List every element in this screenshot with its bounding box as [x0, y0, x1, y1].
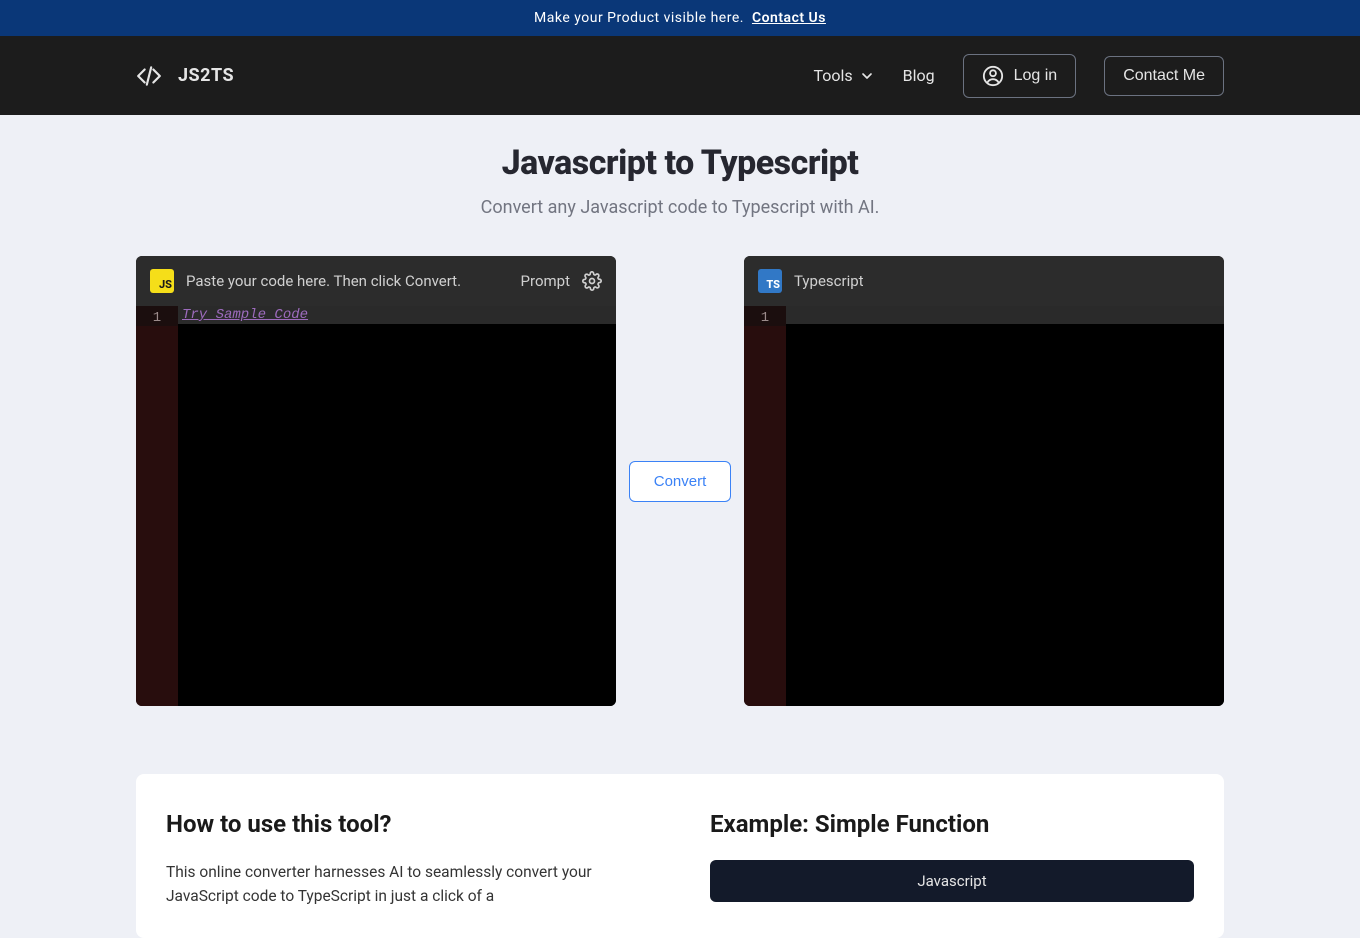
try-sample-link[interactable]: Try Sample Code	[182, 307, 308, 323]
banner-contact-link[interactable]: Contact Us	[752, 10, 826, 26]
example-heading: Example: Simple Function	[710, 810, 1194, 838]
line-number: 1	[744, 310, 786, 326]
output-gutter: 1	[744, 306, 786, 326]
user-circle-icon	[982, 65, 1004, 87]
source-gutter-lower	[136, 326, 178, 706]
source-editor-label: Paste your code here. Then click Convert…	[186, 272, 509, 290]
main-content: Javascript to Typescript Convert any Jav…	[0, 115, 1360, 938]
nav-blog-label: Blog	[903, 66, 935, 85]
nav-blog-link[interactable]: Blog	[903, 66, 935, 85]
gear-icon	[582, 271, 602, 291]
logo[interactable]: JS2TS	[136, 63, 234, 89]
example-code-box: Javascript	[710, 860, 1194, 902]
output-line-1	[786, 306, 1224, 324]
output-code-area[interactable]	[786, 306, 1224, 706]
page-title: Javascript to Typescript	[136, 143, 1224, 183]
info-card: How to use this tool? This online conver…	[136, 774, 1224, 938]
banner-text: Make your Product visible here.	[534, 10, 744, 26]
js-badge-icon: JS	[150, 269, 174, 293]
howto-heading: How to use this tool?	[166, 810, 650, 838]
logo-text: JS2TS	[178, 65, 234, 86]
example-box-label: Javascript	[917, 872, 986, 890]
source-editor-body[interactable]: 1 Try Sample Code	[136, 306, 616, 706]
prompt-button[interactable]: Prompt	[521, 272, 570, 290]
nav-items: Tools Blog Log in Contact Me	[813, 54, 1224, 98]
settings-button[interactable]	[582, 271, 602, 291]
code-slash-icon	[136, 63, 162, 89]
example-section: Example: Simple Function Javascript	[710, 810, 1194, 908]
editors-row: JS Paste your code here. Then click Conv…	[136, 256, 1224, 706]
source-line-1: Try Sample Code	[178, 306, 616, 324]
source-code-area[interactable]: Try Sample Code	[178, 306, 616, 706]
ts-badge-icon: TS	[758, 269, 782, 293]
promo-banner: Make your Product visible here. Contact …	[0, 0, 1360, 36]
page-subtitle: Convert any Javascript code to Typescrip…	[136, 197, 1224, 218]
output-editor-header: TS Typescript	[744, 256, 1224, 306]
line-number: 1	[136, 310, 178, 326]
chevron-down-icon	[859, 68, 875, 84]
top-nav: JS2TS Tools Blog Log in	[0, 36, 1360, 115]
howto-section: How to use this tool? This online conver…	[166, 810, 650, 908]
output-editor-panel: TS Typescript 1	[744, 256, 1224, 706]
nav-tools-dropdown[interactable]: Tools	[813, 66, 874, 85]
convert-button[interactable]: Convert	[629, 461, 732, 502]
howto-paragraph: This online converter harnesses AI to se…	[166, 860, 650, 908]
login-button[interactable]: Log in	[963, 54, 1077, 98]
nav-tools-label: Tools	[813, 66, 852, 85]
source-gutter: 1	[136, 306, 178, 326]
output-editor-body[interactable]: 1	[744, 306, 1224, 706]
output-editor-label: Typescript	[794, 272, 1210, 290]
source-editor-panel: JS Paste your code here. Then click Conv…	[136, 256, 616, 706]
convert-column: Convert	[629, 256, 732, 706]
source-editor-header: JS Paste your code here. Then click Conv…	[136, 256, 616, 306]
output-gutter-lower	[744, 326, 786, 706]
contact-label: Contact Me	[1123, 67, 1205, 85]
login-label: Log in	[1014, 67, 1058, 85]
contact-me-button[interactable]: Contact Me	[1104, 56, 1224, 96]
